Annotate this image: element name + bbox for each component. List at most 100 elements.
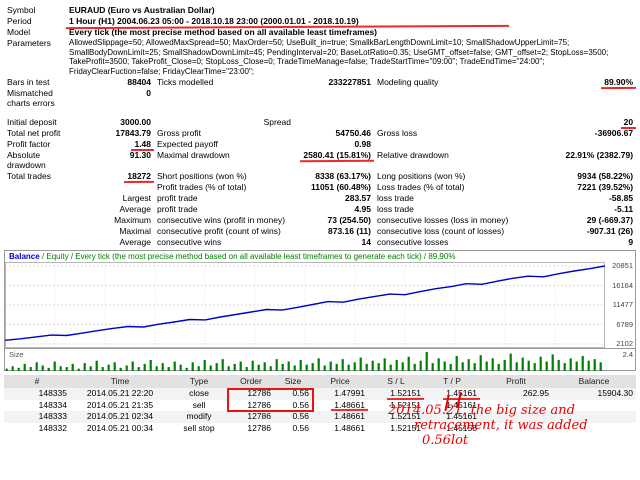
report-cell-text: EURAUD (Euro vs Australian Dollar) <box>69 5 215 15</box>
report-cell-text: consecutive losses (loss in money) <box>377 215 509 225</box>
trade-cell: 12786 <box>228 388 274 400</box>
report-cell-text: 873.16 (11) <box>327 226 371 236</box>
report-cell: Total net profit <box>4 128 66 139</box>
report-cell-text: Profit factor <box>7 139 51 149</box>
trade-cell-text: 1.45161 <box>446 411 477 421</box>
trades-section: # Time Type Order Size Price S / LT / P Profit B… <box>4 375 636 434</box>
report-cell: 9 <box>540 237 636 248</box>
report-cell-text: Ticks modelled <box>157 77 214 87</box>
report-cell: -907.31 (26) <box>540 226 636 237</box>
report-cell: EURAUD (Euro vs Australian Dollar) <box>66 5 636 16</box>
report-cell-text: Average <box>119 237 151 247</box>
report-cell: Gross profit <box>154 128 294 139</box>
report-cell: profit trade <box>154 204 294 215</box>
chart-header: Balance / Equity / Every tick (the most … <box>5 251 635 262</box>
report-cell-text: 18272 <box>127 171 151 181</box>
report-cell: 91.30 <box>66 150 154 171</box>
report-row: Total net profit 17843.79 Gross profit 5475… <box>4 128 636 139</box>
trade-row: 148335 2014.05.21 22:20 close 12786 0.56 1.47… <box>4 388 636 400</box>
trade-cell-text: 1.48661 <box>334 422 365 433</box>
trade-cell: 1.48661 <box>312 423 368 435</box>
report-cell <box>4 215 66 226</box>
trade-cell-text: 1.47991 <box>334 388 365 398</box>
report-cell: 3000.00 <box>66 117 154 128</box>
trades-header-cell: Profit <box>480 375 552 388</box>
trade-row: 148334 2014.05.21 21:35 sell 12786 0.56 1.486… <box>4 400 636 412</box>
report-row: Bars in test 88404 Ticks modelled 233227851… <box>4 77 636 88</box>
trade-cell: 12786 <box>228 411 274 423</box>
report-cell-text: 1 Hour (H1) 2004.06.23 05:00 - 2018.10.1… <box>69 16 359 26</box>
trades-header-cell: Time <box>70 375 170 388</box>
trade-cell: 1.45161 <box>424 411 480 423</box>
report-cell: 17843.79 <box>66 128 154 139</box>
trade-cell-text: 148333 <box>38 411 67 421</box>
report-cell: 8338 (63.17%) <box>294 171 374 182</box>
trade-cell: 148334 <box>4 400 70 412</box>
trade-cell-text: 1.45158 <box>446 422 477 433</box>
report-cell: Mismatched charts errors <box>4 88 66 109</box>
report-cell-text: 29 (-669.37) <box>586 215 634 225</box>
trade-cell: 1.48661 <box>312 411 368 423</box>
report-row: Maximal consecutive profit (count of wins… <box>4 226 636 237</box>
report-cell-text: consecutive loss (count of losses) <box>377 226 505 236</box>
report-cell: 88404 <box>66 77 154 88</box>
report-cell: consecutive loss (count of losses) <box>374 226 540 237</box>
report-cell: -36906.67 <box>540 128 636 139</box>
report-cell-text: profit trade <box>157 204 198 214</box>
trade-cell: 1.52151 <box>368 400 424 412</box>
trade-cell: 0.56 <box>274 411 312 423</box>
report-cell-text: loss trade <box>377 193 414 203</box>
report-cell-text: 88404 <box>127 77 151 87</box>
report-cell: 873.16 (11) <box>294 226 374 237</box>
report-cell-text: Maximum <box>114 215 151 225</box>
report-cell-text: -907.31 (26) <box>586 226 634 236</box>
trade-cell-text: 12786 <box>247 411 271 421</box>
size-strip: Size 2.4 <box>5 348 635 371</box>
report-cell-text: 73 (254.50) <box>327 215 371 225</box>
trade-cell: 2014.05.21 21:35 <box>70 400 170 412</box>
report-cell-text: 0 <box>146 88 151 98</box>
report-cell: Short positions (won %) <box>154 171 294 182</box>
trade-cell-text: 2014.05.21 02:34 <box>86 411 154 421</box>
annotation-line-3: 0.56lot <box>422 433 469 448</box>
report-cell: Expected payoff <box>154 139 294 150</box>
report-cell: Maximal <box>66 226 154 237</box>
report-cell: 73 (254.50) <box>294 215 374 226</box>
report-cell-text: Bars in test <box>7 77 50 87</box>
report-row: Profit factor 1.48 Expected payoff 0.98 <box>4 139 636 150</box>
trade-row: 148332 2014.05.21 00:34 sell stop 12786 0.56… <box>4 423 636 435</box>
report-cell-text: Average <box>119 204 151 214</box>
report-cell: Model <box>4 27 66 38</box>
trade-cell-text: 0.56 <box>292 411 309 421</box>
report-cell-text: 54750.46 <box>335 128 371 138</box>
report-cell: 22.91% (2382.79) <box>540 150 636 171</box>
chart-gridlines <box>5 262 605 348</box>
trade-cell: 0.56 <box>274 423 312 435</box>
report-cell: Bars in test <box>4 77 66 88</box>
trade-cell: 1.48661 <box>312 400 368 412</box>
report-cell-text: 14 <box>361 237 371 247</box>
report-cell-text: consecutive losses <box>377 237 449 247</box>
report-cell: Parameters <box>4 38 66 77</box>
report-cell-text: 22.91% (2382.79) <box>565 150 634 160</box>
trade-cell: 2014.05.21 22:20 <box>70 388 170 400</box>
report-row: Parameters AllowedSlippage=50; AllowedMax… <box>4 38 636 77</box>
trade-cell: 148332 <box>4 423 70 435</box>
trades-header-cell: Order <box>228 375 274 388</box>
report-cell: 7221 (39.52%) <box>540 182 636 193</box>
report-cell <box>4 182 66 193</box>
report-cell: 283.57 <box>294 193 374 204</box>
report-row: Initial deposit 3000.00 Spread 20 <box>4 117 636 128</box>
report-cell-text: -58.85 <box>608 193 634 203</box>
report-row: Largest profit trade 283.57 loss trade -58.8… <box>4 193 636 204</box>
report-cell-text: Expected payoff <box>157 139 218 149</box>
report-cell-text: Maximal <box>119 226 151 236</box>
trades-header-cell: Balance <box>552 375 636 388</box>
report-cell-text: Short positions (won %) <box>157 171 247 181</box>
size-axis-label: 2.4 <box>622 350 633 359</box>
report-cell: Average <box>66 204 154 215</box>
report-cell-text: Mismatched charts errors <box>7 88 55 108</box>
trade-cell: sell <box>170 400 228 412</box>
trade-cell-text: 12786 <box>247 399 271 410</box>
trade-cell: 2014.05.21 02:34 <box>70 411 170 423</box>
